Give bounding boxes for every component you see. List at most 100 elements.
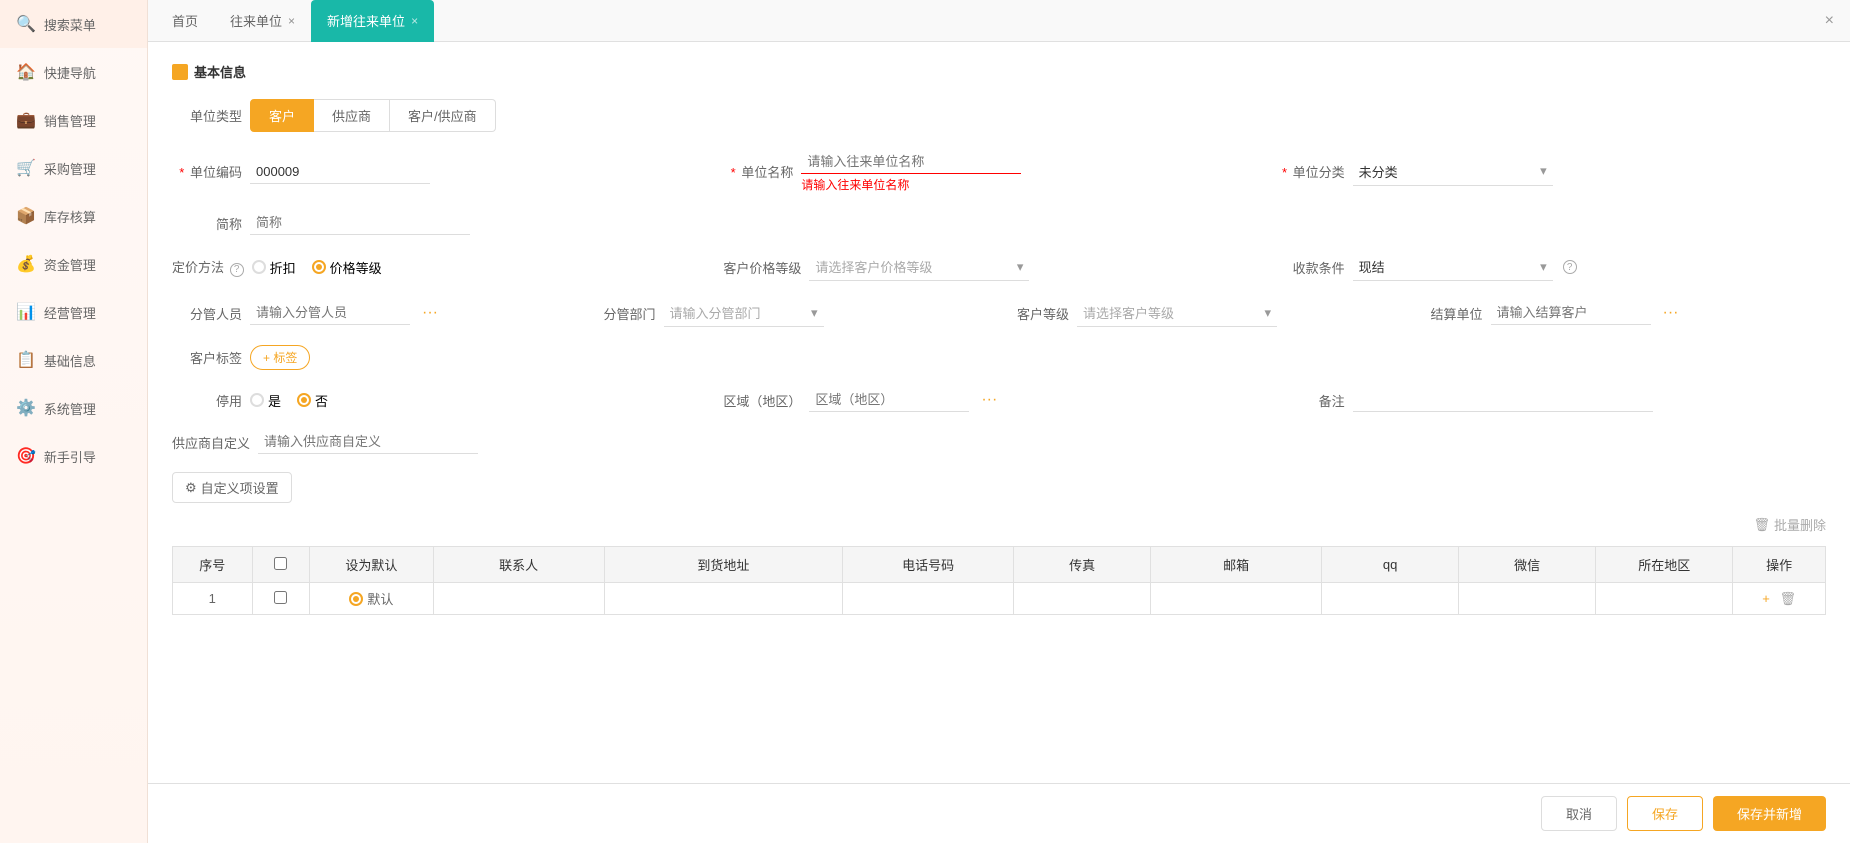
- add-tag-button[interactable]: + 标签: [250, 345, 310, 370]
- search-icon: 🔍: [16, 14, 36, 34]
- tab-new-partner[interactable]: 新增往来单位 ×: [311, 0, 434, 42]
- remark-input[interactable]: [1353, 388, 1653, 412]
- supervisor-input[interactable]: [250, 301, 410, 325]
- type-btn-supplier[interactable]: 供应商: [314, 99, 390, 132]
- qq-input[interactable]: [1360, 591, 1420, 606]
- radio-price-level-circle: [312, 260, 326, 274]
- basic-info-icon: 📋: [16, 350, 36, 370]
- close-tab-new-partner[interactable]: ×: [411, 14, 418, 28]
- short-name-label: 简称: [172, 214, 242, 233]
- tab-home[interactable]: 首页: [156, 0, 214, 42]
- disabled-label: 停用: [172, 391, 242, 410]
- row-checkbox[interactable]: [274, 591, 287, 604]
- operations-icon: 📊: [16, 302, 36, 322]
- close-all-tabs-button[interactable]: ×: [1817, 12, 1842, 30]
- customer-level-field: 客户等级 请选择客户等级 ▾: [999, 299, 1413, 327]
- sidebar-item-basic-info[interactable]: 📋 基础信息: [0, 336, 147, 384]
- payment-terms-select[interactable]: 现结 ▾: [1353, 253, 1553, 281]
- short-name-field: 简称: [172, 211, 572, 235]
- row-region-input[interactable]: [1634, 591, 1694, 606]
- contact-input[interactable]: [479, 591, 559, 606]
- sidebar-item-quick-nav[interactable]: 🏠 快捷导航: [0, 48, 147, 96]
- pricing-radio-group: 折扣 价格等级: [252, 258, 382, 277]
- payment-help-icon[interactable]: ?: [1563, 260, 1577, 274]
- col-phone: 电话号码: [843, 547, 1014, 583]
- col-action: 操作: [1733, 547, 1826, 583]
- radio-disabled-no[interactable]: 否: [297, 391, 328, 410]
- payment-terms-label: 收款条件: [1275, 258, 1345, 277]
- supplier-custom-label: 供应商自定义: [172, 433, 250, 452]
- custom-settings-button[interactable]: ⚙ 自定义项设置: [172, 472, 292, 503]
- chevron-down-icon: ▾: [1017, 259, 1024, 275]
- type-btn-customer[interactable]: 客户: [250, 99, 314, 132]
- unit-code-input[interactable]: [250, 160, 430, 184]
- default-radio-circle: [349, 592, 363, 606]
- settlement-input[interactable]: [1491, 301, 1651, 325]
- section-icon: [172, 64, 188, 80]
- select-all-checkbox[interactable]: [274, 557, 287, 570]
- delete-row-btn[interactable]: 🗑: [1779, 591, 1796, 606]
- col-contact: 联系人: [433, 547, 604, 583]
- phone-input[interactable]: [888, 591, 968, 606]
- fax-input[interactable]: [1052, 591, 1112, 606]
- type-btn-both[interactable]: 客户/供应商: [390, 99, 496, 132]
- region-field: 区域（地区） ···: [723, 388, 1274, 412]
- unit-name-input[interactable]: [801, 150, 1021, 174]
- department-label: 分管部门: [586, 304, 656, 323]
- supervisor-row: 分管人员 ··· 分管部门 请输入分管部门 ▾ 客户等级 请选择客户等级 ▾ 结…: [172, 299, 1826, 327]
- customer-tag-field: 客户标签 + 标签: [172, 345, 1826, 370]
- radio-disabled-yes[interactable]: 是: [250, 391, 281, 410]
- default-radio[interactable]: 默认: [320, 589, 423, 608]
- sidebar-item-search[interactable]: 🔍 搜索菜单: [0, 0, 147, 48]
- payment-terms-field: 收款条件 现结 ▾ ?: [1275, 253, 1826, 281]
- wechat-input[interactable]: [1497, 591, 1557, 606]
- sidebar-item-inventory[interactable]: 📦 库存核算: [0, 192, 147, 240]
- save-and-new-button[interactable]: 保存并新增: [1713, 796, 1826, 831]
- sidebar-item-purchase[interactable]: 🛒 采购管理: [0, 144, 147, 192]
- address-input[interactable]: [663, 591, 783, 606]
- sidebar-item-system[interactable]: ⚙️ 系统管理: [0, 384, 147, 432]
- contact-table: 序号 设为默认 联系人 到货地址 电话号码 传真 邮箱 qq 微信 所在地区 操…: [172, 546, 1826, 615]
- delete-icon: 🗑: [1753, 517, 1770, 533]
- supervisor-more-btn[interactable]: ···: [418, 304, 442, 322]
- pricing-method-label: 定价方法 ?: [172, 257, 244, 277]
- supplier-custom-field: 供应商自定义: [172, 430, 1826, 454]
- add-row-btn[interactable]: +: [1762, 591, 1770, 606]
- region-input[interactable]: [809, 388, 969, 412]
- unit-type-btn-group: 客户 供应商 客户/供应商: [250, 99, 496, 132]
- sidebar-item-finance[interactable]: 💰 资金管理: [0, 240, 147, 288]
- chevron-down-icon: ▾: [1540, 259, 1547, 275]
- disabled-field: 停用 是 否: [172, 391, 723, 410]
- chevron-down-icon: ▾: [1264, 305, 1271, 321]
- cell-phone: [843, 583, 1014, 615]
- settlement-more-btn[interactable]: ···: [1659, 304, 1683, 322]
- tab-partners[interactable]: 往来单位 ×: [214, 0, 311, 42]
- sidebar-item-guide[interactable]: 🎯 新手引导: [0, 432, 147, 480]
- unit-category-select[interactable]: 未分类 ▾: [1353, 158, 1553, 186]
- batch-delete-button[interactable]: 🗑 批量删除: [1753, 515, 1826, 534]
- unit-name-wrap: 请输入往来单位名称: [801, 150, 1021, 193]
- department-select[interactable]: 请输入分管部门 ▾: [664, 299, 824, 327]
- customer-price-level-select[interactable]: 请选择客户价格等级 ▾: [809, 253, 1029, 281]
- save-button[interactable]: 保存: [1627, 796, 1703, 831]
- radio-discount-circle: [252, 260, 266, 274]
- unit-category-label: * 单位分类: [1275, 162, 1345, 181]
- region-more-btn[interactable]: ···: [977, 391, 1001, 409]
- email-input[interactable]: [1196, 591, 1276, 606]
- col-address: 到货地址: [604, 547, 843, 583]
- disabled-row: 停用 是 否 区域（地区） ··· 备注: [172, 388, 1826, 412]
- pricing-help-icon[interactable]: ?: [230, 263, 244, 277]
- col-email: 邮箱: [1151, 547, 1322, 583]
- sidebar-item-sales[interactable]: 💼 销售管理: [0, 96, 147, 144]
- remark-field: 备注: [1275, 388, 1826, 412]
- short-name-input[interactable]: [250, 211, 470, 235]
- cancel-button[interactable]: 取消: [1541, 796, 1617, 831]
- col-fax: 传真: [1014, 547, 1151, 583]
- department-field: 分管部门 请输入分管部门 ▾: [586, 299, 1000, 327]
- customer-level-select[interactable]: 请选择客户等级 ▾: [1077, 299, 1277, 327]
- radio-discount[interactable]: 折扣: [252, 258, 296, 277]
- supplier-custom-input[interactable]: [258, 430, 478, 454]
- sidebar-item-operations[interactable]: 📊 经营管理: [0, 288, 147, 336]
- close-tab-partners[interactable]: ×: [288, 14, 295, 28]
- radio-price-level[interactable]: 价格等级: [312, 258, 382, 277]
